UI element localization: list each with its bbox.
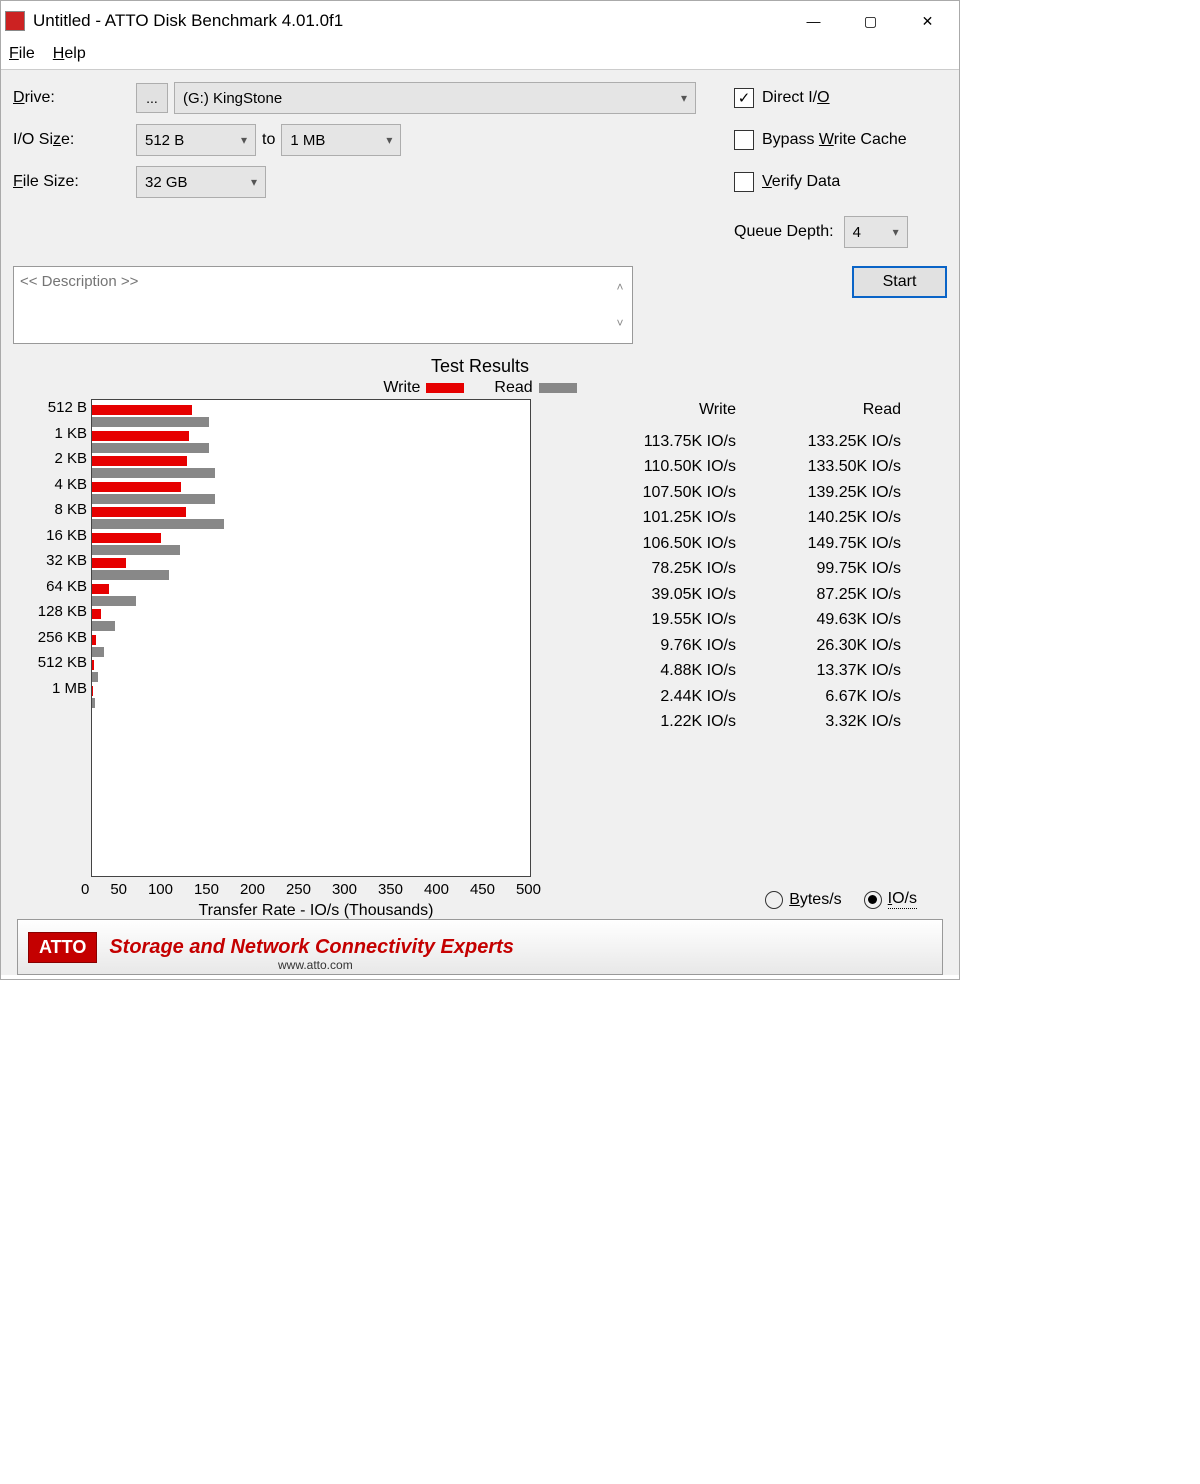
queue-depth-select[interactable]: 4▾ (844, 216, 908, 248)
chevron-down-icon: ▾ (681, 91, 687, 105)
chart-legend: Write Read (13, 379, 947, 397)
footer-banner: ATTO Storage and Network Connectivity Ex… (17, 919, 943, 975)
footer-url: www.atto.com (278, 958, 353, 972)
bypass-write-cache-checkbox[interactable] (734, 130, 754, 150)
chevron-up-icon[interactable]: ˄ (616, 280, 623, 294)
unit-io-radio[interactable] (864, 891, 882, 909)
drive-select[interactable]: (G:) KingStone ▾ (174, 82, 696, 114)
start-button[interactable]: Start (852, 266, 947, 298)
drive-select-value: (G:) KingStone (183, 90, 282, 107)
write-values-column: Write113.75K IO/s110.50K IO/s107.50K IO/… (571, 399, 736, 920)
window-title: Untitled - ATTO Disk Benchmark 4.01.0f1 (33, 11, 786, 31)
close-button[interactable]: ✕ (900, 5, 955, 37)
chevron-down-icon[interactable]: ˅ (616, 316, 623, 330)
app-window: Untitled - ATTO Disk Benchmark 4.01.0f1 … (0, 0, 960, 980)
write-swatch-icon (426, 383, 464, 393)
label-file-size: File Size: (13, 173, 128, 191)
menu-help[interactable]: Help (53, 45, 86, 63)
file-size-select[interactable]: 32 GB▾ (136, 166, 266, 198)
label-io-per-s: IO/s (888, 890, 917, 909)
chart-plot (91, 399, 531, 877)
chevron-down-icon: ▾ (386, 133, 392, 147)
read-values-column: Read133.25K IO/s133.50K IO/s139.25K IO/s… (736, 399, 901, 920)
label-bypass: Bypass Write Cache (762, 131, 907, 149)
unit-bytes-radio[interactable] (765, 891, 783, 909)
chevron-down-icon: ▾ (893, 225, 899, 239)
chevron-down-icon: ▾ (251, 175, 257, 189)
label-bytes-per-s: Bytes/s (789, 891, 841, 909)
chart-y-labels: 512 B1 KB2 KB4 KB8 KB16 KB32 KB64 KB128 … (13, 399, 91, 920)
io-size-from-select[interactable]: 512 B▾ (136, 124, 256, 156)
chart-x-ticks: 050100150200250300350400450500 (81, 881, 541, 898)
atto-logo: ATTO (28, 932, 97, 963)
description-box: ˄ ˅ (13, 266, 633, 344)
label-drive: Drive: (13, 89, 128, 107)
description-input[interactable] (14, 267, 608, 343)
io-size-to-select[interactable]: 1 MB▾ (281, 124, 401, 156)
label-to: to (262, 131, 275, 149)
direct-io-checkbox[interactable]: ✓ (734, 88, 754, 108)
maximize-button[interactable]: ▢ (843, 5, 898, 37)
results-title: Test Results (13, 356, 947, 377)
chart-x-label: Transfer Rate - IO/s (Thousands) (91, 902, 541, 920)
chevron-down-icon: ▾ (241, 133, 247, 147)
browse-drive-button[interactable]: ... (136, 83, 168, 113)
label-direct-io: Direct I/O (762, 89, 830, 107)
label-queue-depth: Queue Depth: (734, 223, 834, 241)
read-swatch-icon (539, 383, 577, 393)
footer-tagline: Storage and Network Connectivity Experts (109, 936, 514, 959)
label-io-size: I/O Size: (13, 131, 128, 149)
verify-data-checkbox[interactable] (734, 172, 754, 192)
label-verify: Verify Data (762, 173, 840, 191)
menu-bar: File Help (1, 41, 959, 70)
title-bar[interactable]: Untitled - ATTO Disk Benchmark 4.01.0f1 … (1, 1, 959, 41)
minimize-button[interactable]: — (786, 5, 841, 37)
app-icon (5, 11, 25, 31)
menu-file[interactable]: File (9, 45, 35, 63)
